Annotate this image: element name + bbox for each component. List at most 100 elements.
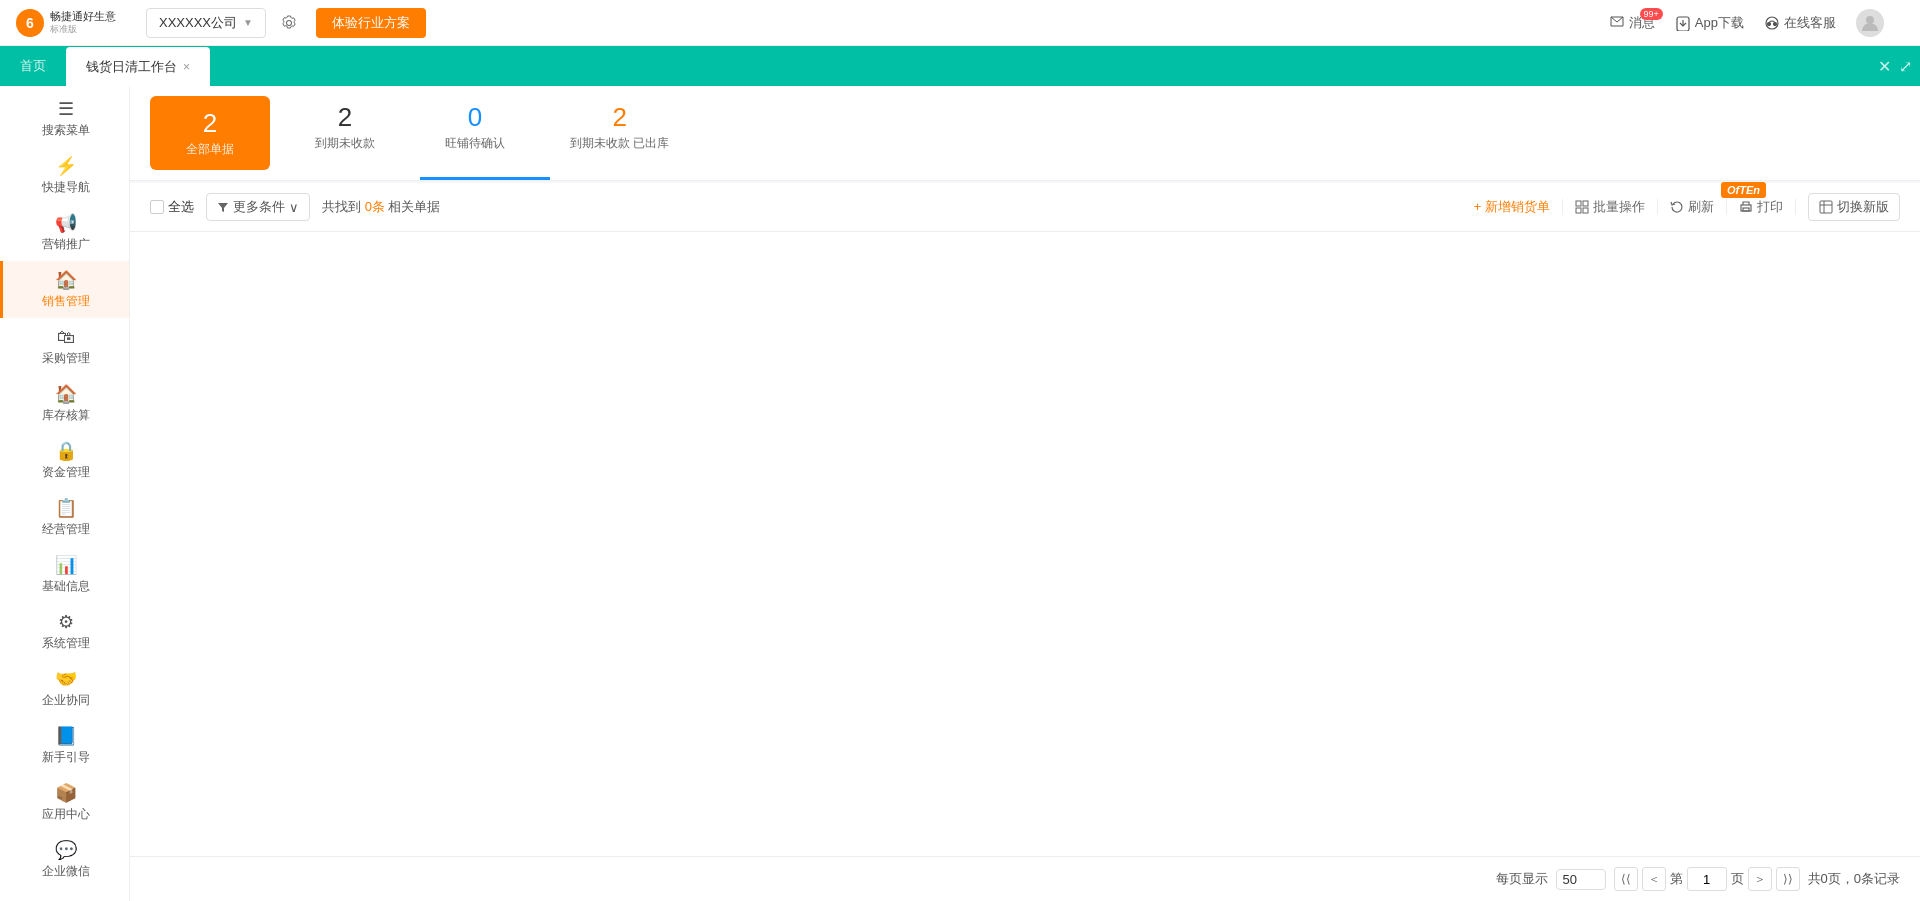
company-dropdown-arrow: ▼ [243, 17, 253, 28]
message-button[interactable]: 消息 99+ [1609, 14, 1655, 32]
message-badge: 99+ [1640, 8, 1663, 20]
add-sales-order-button[interactable]: + 新增销货单 [1474, 198, 1550, 216]
settings-button[interactable] [274, 8, 304, 38]
switch-label: 切换新版 [1837, 198, 1889, 216]
sidebar-item-app-center[interactable]: 📦 应用中心 [0, 774, 129, 831]
toolbar-right: + 新增销货单 批量操作 刷新 打印 [1474, 193, 1900, 221]
page-suffix: 页 [1731, 870, 1744, 888]
stats-row: 2 全部单据 2 到期未收款 0 旺铺待确认 2 到期未收款 已出库 [130, 86, 1920, 181]
often-badge: OfTEn [1721, 182, 1766, 198]
sidebar-item-system[interactable]: ⚙ 系统管理 [0, 603, 129, 660]
svg-point-4 [1774, 22, 1777, 25]
quick-nav-icon: ⚡ [55, 157, 77, 175]
sidebar-item-basic-info[interactable]: 📊 基础信息 [0, 546, 129, 603]
sidebar-item-purchase[interactable]: 🛍 采购管理 [0, 318, 129, 375]
search-menu-icon: ☰ [58, 100, 74, 118]
found-text: 共找到 0条 相关单据 [322, 198, 440, 216]
per-page-select[interactable]: 50 20 100 [1556, 869, 1606, 890]
first-page-button[interactable]: ⟨⟨ [1614, 867, 1638, 891]
app-download-label: App下载 [1695, 14, 1744, 32]
tab-close-icon[interactable]: × [183, 60, 190, 74]
stat-card-shipped[interactable]: 2 到期未收款 已出库 [550, 86, 709, 180]
select-all-checkbox[interactable]: 全选 [150, 198, 194, 216]
switch-version-button[interactable]: 切换新版 [1808, 193, 1900, 221]
filter-button[interactable]: 更多条件 ∨ [206, 193, 310, 221]
sidebar-label-basic-info: 基础信息 [42, 578, 90, 595]
top-header: 6 畅捷通好生意 标准版 XXXXXX公司 ▼ 体验行业方案 消息 99+ Ap… [0, 0, 1920, 46]
sidebar-item-finance[interactable]: 🔒 资金管理 [0, 432, 129, 489]
stat-card-wangpu[interactable]: 0 旺铺待确认 [420, 86, 550, 180]
sidebar-label-quick-nav: 快捷导航 [42, 179, 90, 196]
last-page-button[interactable]: ⟩⟩ [1776, 867, 1800, 891]
select-all-label: 全选 [168, 198, 194, 216]
refresh-button[interactable]: 刷新 [1670, 198, 1714, 216]
svg-rect-12 [1820, 201, 1832, 213]
divider-1 [1562, 199, 1563, 215]
tab-restore-icon[interactable]: ✕ [1878, 57, 1891, 76]
app-center-icon: 📦 [55, 784, 77, 802]
company-selector[interactable]: XXXXXX公司 ▼ [146, 8, 266, 38]
print-label: 打印 [1757, 198, 1783, 216]
tab-maximize-icon[interactable]: ⤢ [1899, 57, 1912, 76]
print-button[interactable]: 打印 [1739, 198, 1783, 216]
trial-button[interactable]: 体验行业方案 [316, 8, 426, 38]
sidebar-item-guide[interactable]: 📘 新手引导 [0, 717, 129, 774]
tab-workbench-label: 钱货日清工作台 [86, 58, 177, 76]
guide-icon: 📘 [55, 727, 77, 745]
stat-number-overdue: 2 [338, 102, 352, 133]
stat-card-all[interactable]: 2 全部单据 [150, 96, 270, 170]
divider-2 [1657, 199, 1658, 215]
svg-point-5 [1866, 16, 1874, 24]
sidebar-label-marketing: 营销推广 [42, 236, 90, 253]
online-service-label: 在线客服 [1784, 14, 1836, 32]
company-name: XXXXXX公司 [159, 14, 237, 32]
svg-point-3 [1768, 22, 1771, 25]
tab-home-label: 首页 [20, 57, 46, 75]
batch-label: 批量操作 [1593, 198, 1645, 216]
sales-icon: 🏠 [55, 271, 77, 289]
sidebar-label-wechat: 企业微信 [42, 863, 90, 880]
refresh-label: 刷新 [1688, 198, 1714, 216]
svg-rect-8 [1576, 208, 1581, 213]
batch-operation-button[interactable]: 批量操作 [1575, 198, 1645, 216]
tab-home[interactable]: 首页 [0, 46, 66, 86]
next-page-button[interactable]: ＞ [1748, 867, 1772, 891]
basic-info-icon: 📊 [55, 556, 77, 574]
svg-rect-9 [1583, 208, 1588, 213]
pagination-bar: 每页显示 50 20 100 ⟨⟨ ＜ 第 页 ＞ ⟩⟩ 共0页，0条记录 [130, 856, 1920, 901]
sidebar-item-operations[interactable]: 📋 经营管理 [0, 489, 129, 546]
stat-card-overdue[interactable]: 2 到期未收款 [290, 86, 420, 180]
stat-label-overdue: 到期未收款 [315, 135, 375, 152]
tab-workbench[interactable]: 钱货日清工作台 × [66, 47, 210, 87]
sidebar-label-finance: 资金管理 [42, 464, 90, 481]
page-number-input[interactable] [1687, 867, 1727, 891]
sidebar-item-enterprise[interactable]: 🤝 企业协同 [0, 660, 129, 717]
main-layout: ☰ 搜索菜单 ⚡ 快捷导航 📢 营销推广 🏠 销售管理 🛍 采购管理 🏠 库存核… [0, 86, 1920, 901]
sidebar-label-app-center: 应用中心 [42, 806, 90, 823]
sidebar-label-purchase: 采购管理 [42, 350, 90, 367]
online-service-button[interactable]: 在线客服 [1764, 14, 1836, 32]
sidebar-item-marketing[interactable]: 📢 营销推广 [0, 204, 129, 261]
content-area: 2 全部单据 2 到期未收款 0 旺铺待确认 2 到期未收款 已出库 全选 [130, 86, 1920, 901]
sidebar-item-search-menu[interactable]: ☰ 搜索菜单 [0, 90, 129, 147]
logo-text: 畅捷通好生意 [50, 9, 116, 23]
per-page-selector[interactable]: 50 20 100 [1556, 869, 1606, 890]
app-download-button[interactable]: App下载 [1675, 14, 1744, 32]
marketing-icon: 📢 [55, 214, 77, 232]
toolbar: 全选 更多条件 ∨ 共找到 0条 相关单据 + 新增销货单 批量操作 [130, 183, 1920, 232]
tab-controls: ✕ ⤢ [1878, 57, 1912, 76]
prev-page-button[interactable]: ＜ [1642, 867, 1666, 891]
inventory-icon: 🏠 [55, 385, 77, 403]
wechat-icon: 💬 [55, 841, 77, 859]
sidebar-item-quick-nav[interactable]: ⚡ 快捷导航 [0, 147, 129, 204]
sidebar-label-enterprise: 企业协同 [42, 692, 90, 709]
avatar[interactable] [1856, 9, 1884, 37]
sidebar-item-wechat[interactable]: 💬 企业微信 [0, 831, 129, 888]
found-suffix: 相关单据 [388, 199, 440, 214]
sidebar-item-inventory[interactable]: 🏠 库存核算 [0, 375, 129, 432]
filter-label: 更多条件 [233, 198, 285, 216]
sidebar-item-sales[interactable]: 🏠 销售管理 [0, 261, 129, 318]
stat-label-shipped: 到期未收款 已出库 [570, 135, 669, 152]
sidebar-item-member[interactable]: ◇ 畅会员 [0, 888, 129, 901]
total-info: 共0页，0条记录 [1808, 870, 1900, 888]
